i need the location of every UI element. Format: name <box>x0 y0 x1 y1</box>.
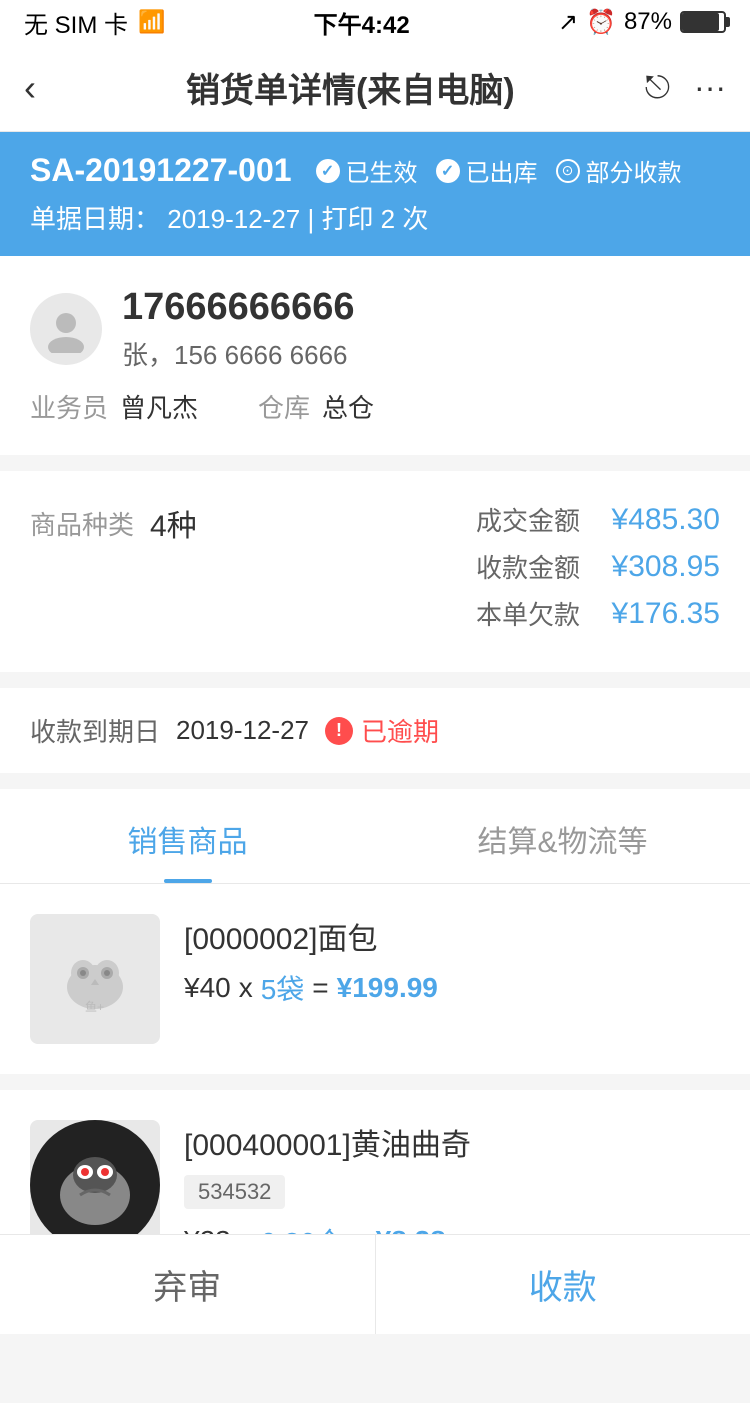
customer-phone: 17666666666 <box>122 286 354 329</box>
due-date-section: 收款到期日 2019-12-27 ! 已逾期 <box>0 688 750 773</box>
summary-left: 商品种类 4种 <box>30 501 197 545</box>
warehouse-meta: 仓库 总仓 <box>258 388 374 425</box>
share-icon[interactable]: ⎋ <box>645 69 670 107</box>
warehouse-label: 仓库 <box>258 388 310 425</box>
amount-row-0: 成交金额 ¥485.30 <box>476 501 720 538</box>
tab-settlement[interactable]: 结算&物流等 <box>375 789 750 883</box>
more-icon[interactable]: ··· <box>694 69 726 106</box>
wifi-icon: 📶 <box>138 9 165 35</box>
tab-products[interactable]: 销售商品 <box>0 789 375 883</box>
summary-section: 商品种类 4种 成交金额 ¥485.30 收款金额 ¥308.95 本单欠款 ¥… <box>0 471 750 672</box>
types-label: 商品种类 <box>30 505 134 542</box>
check-icon-1: ✓ <box>316 159 340 183</box>
status-badges: ✓ 已生效 ✓ 已出库 ⊙ 部分收款 <box>316 153 682 188</box>
order-date-line: 单据日期： 2019-12-27 | 打印 2 次 <box>30 199 720 236</box>
overdue-icon: ! <box>325 717 353 745</box>
due-label: 收款到期日 <box>30 712 160 749</box>
amount-row-1: 收款金额 ¥308.95 <box>476 548 720 585</box>
sales-name: 曾凡杰 <box>120 388 198 425</box>
amount-label-1: 收款金额 <box>476 548 580 585</box>
types-count: 4种 <box>150 501 197 545</box>
amount-label-0: 成交金额 <box>476 501 580 538</box>
customer-row: 17666666666 张，156 6666 6666 <box>30 286 720 372</box>
equals-icon-1: = <box>312 972 328 1004</box>
amount-label-2: 本单欠款 <box>476 595 580 632</box>
amount-value-2: ¥176.35 <box>600 597 720 631</box>
battery-icon <box>680 11 726 33</box>
status-left: 无 SIM 卡 📶 <box>24 5 165 40</box>
cancel-button[interactable]: 弃审 <box>0 1235 376 1334</box>
check-icon-2: ✓ <box>436 159 460 183</box>
header-band: SA-20191227-001 ✓ 已生效 ✓ 已出库 ⊙ 部分收款 单据日期：… <box>0 132 750 256</box>
product-info-1: [0000002]面包 ¥40 x 5袋 = ¥199.99 <box>184 914 720 1008</box>
sales-meta: 业务员 曾凡杰 <box>30 388 198 425</box>
customer-contact: 张，156 6666 6666 <box>122 335 354 372</box>
nav-bar: ‹ 销货单详情(来自电脑) ⎋ ··· <box>0 44 750 132</box>
product-types: 商品种类 4种 <box>30 501 197 545</box>
product-sku-2: 534532 <box>184 1175 285 1209</box>
customer-section: 17666666666 张，156 6666 6666 业务员 曾凡杰 仓库 总… <box>0 256 750 455</box>
product-name-1: [0000002]面包 <box>184 914 720 958</box>
status-badge-effective: ✓ 已生效 <box>316 153 418 188</box>
carrier-label: 无 SIM 卡 <box>24 5 128 40</box>
due-date-value: 2019-12-27 <box>176 715 309 746</box>
clock-icon: ⊙ <box>556 159 580 183</box>
tabs-row: 销售商品 结算&物流等 <box>0 789 750 884</box>
multiply-icon-1: x <box>239 972 253 1004</box>
overdue-text: 已逾期 <box>361 712 439 749</box>
status-badge-shipped: ✓ 已出库 <box>436 153 538 188</box>
product-name-2: [000400001]黄油曲奇 <box>184 1120 720 1164</box>
status-right: ↗ ⏰ 87% <box>558 8 726 37</box>
customer-meta: 业务员 曾凡杰 仓库 总仓 <box>30 388 720 425</box>
customer-details: 17666666666 张，156 6666 6666 <box>122 286 354 372</box>
product-thumb-1: 鱼+ <box>30 914 160 1044</box>
summary-right: 成交金额 ¥485.30 收款金额 ¥308.95 本单欠款 ¥176.35 <box>476 501 720 642</box>
time-label: 下午4:42 <box>314 5 410 40</box>
product-qty-1: 5袋 <box>261 968 305 1008</box>
confirm-button[interactable]: 收款 <box>376 1235 750 1334</box>
status-badge-partial: ⊙ 部分收款 <box>556 153 682 188</box>
amount-value-0: ¥485.30 <box>600 503 720 537</box>
back-button[interactable]: ‹ <box>24 57 56 119</box>
tabs-section: 销售商品 结算&物流等 <box>0 789 750 884</box>
location-icon: ↗ <box>558 8 578 37</box>
sales-label: 业务员 <box>30 388 108 425</box>
avatar <box>30 293 102 365</box>
amount-value-1: ¥308.95 <box>600 550 720 584</box>
product-price-row-1: ¥40 x 5袋 = ¥199.99 <box>184 968 720 1008</box>
battery-percent: 87% <box>624 8 672 36</box>
bottom-bar: 弃审 收款 <box>0 1234 750 1334</box>
product-price-1: ¥40 <box>184 972 231 1004</box>
status-bar: 无 SIM 卡 📶 下午4:42 ↗ ⏰ 87% <box>0 0 750 44</box>
page-title: 销货单详情(来自电脑) <box>56 63 645 112</box>
product-total-1: ¥199.99 <box>337 972 438 1004</box>
overdue-badge: ! 已逾期 <box>325 712 439 749</box>
order-id: SA-20191227-001 <box>30 152 292 189</box>
alarm-icon: ⏰ <box>586 8 616 37</box>
amount-row-2: 本单欠款 ¥176.35 <box>476 595 720 632</box>
list-item: 鱼+ [0000002]面包 ¥40 x 5袋 = ¥199.99 <box>0 884 750 1074</box>
warehouse-name: 总仓 <box>322 388 374 425</box>
product-thumb-2 <box>30 1120 160 1250</box>
nav-actions: ⎋ ··· <box>645 69 726 107</box>
svg-text:鱼+: 鱼+ <box>85 1000 104 1014</box>
